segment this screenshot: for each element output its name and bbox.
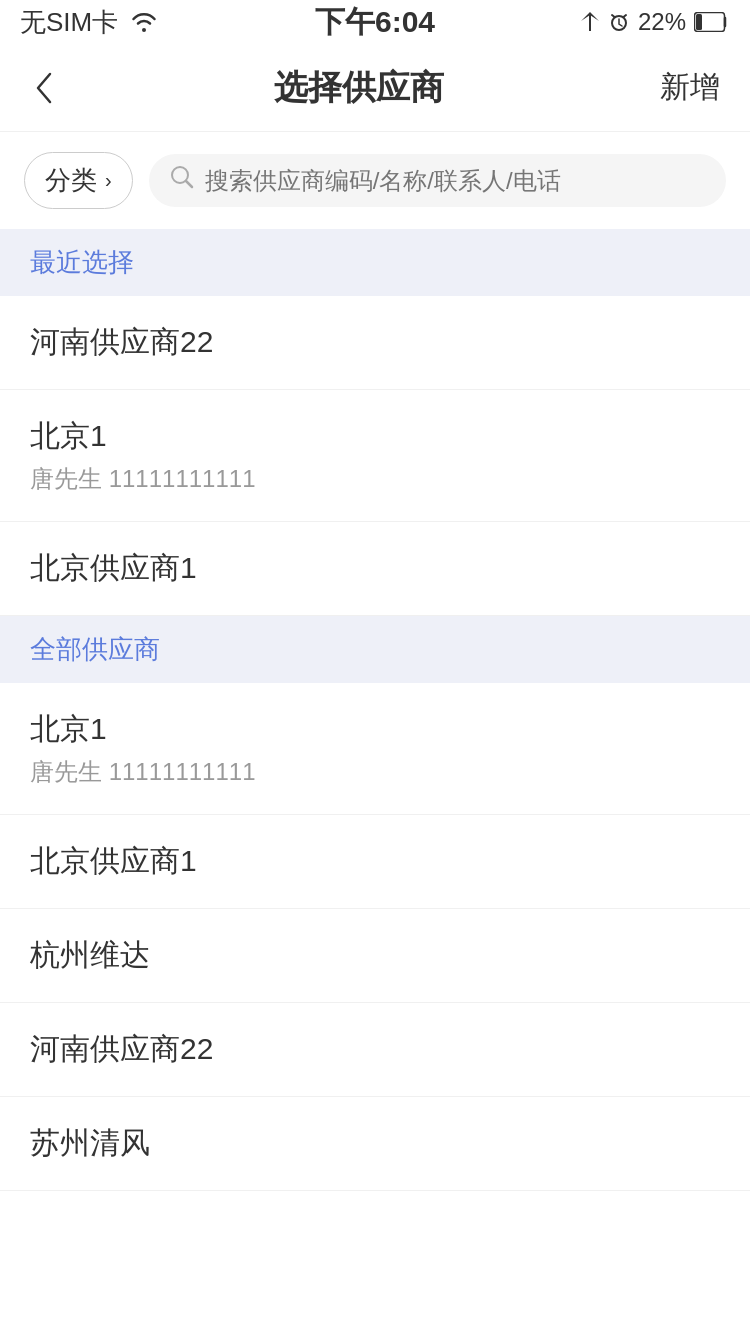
item-name: 河南供应商22: [30, 1029, 720, 1070]
list-item[interactable]: 苏州清风: [0, 1097, 750, 1191]
list-item[interactable]: 河南供应商22: [0, 1003, 750, 1097]
status-right: 22%: [580, 8, 730, 36]
all-list: 北京1 唐先生 11111111111 北京供应商1 杭州维达河南供应商22 苏州清风: [0, 683, 750, 1191]
item-name: 北京1: [30, 709, 720, 750]
list-item[interactable]: 河南供应商22: [0, 296, 750, 390]
item-name: 北京供应商1: [30, 548, 720, 589]
all-section-header: 全部供应商: [0, 616, 750, 683]
list-item[interactable]: 北京1 唐先生 11111111111: [0, 390, 750, 522]
battery-percent: 22%: [638, 8, 686, 36]
category-label: 分类: [45, 163, 97, 198]
item-name: 北京供应商1: [30, 841, 720, 882]
battery-icon: [694, 12, 730, 32]
search-input[interactable]: [205, 167, 706, 195]
wifi-icon: [128, 10, 160, 34]
category-button[interactable]: 分类 ›: [24, 152, 133, 209]
status-bar: 无SIM卡 下午6:04 22%: [0, 0, 750, 44]
recent-list: 河南供应商22 北京1 唐先生 11111111111 北京供应商1: [0, 296, 750, 616]
status-left: 无SIM卡: [20, 5, 160, 40]
nav-bar: 选择供应商 新增: [0, 44, 750, 132]
carrier-text: 无SIM卡: [20, 5, 118, 40]
list-item[interactable]: 北京1 唐先生 11111111111: [0, 683, 750, 815]
location-icon: [580, 11, 600, 33]
alarm-icon: [608, 11, 630, 33]
list-item[interactable]: 北京供应商1: [0, 522, 750, 616]
recent-section-header: 最近选择: [0, 229, 750, 296]
item-name: 杭州维达: [30, 935, 720, 976]
chevron-right-icon: ›: [105, 169, 112, 192]
add-button[interactable]: 新增: [660, 67, 720, 108]
list-item[interactable]: 北京供应商1: [0, 815, 750, 909]
search-box: [149, 154, 726, 207]
item-sub: 唐先生 11111111111: [30, 756, 720, 788]
status-time: 下午6:04: [315, 2, 435, 43]
item-sub: 唐先生 11111111111: [30, 463, 720, 495]
item-name: 北京1: [30, 416, 720, 457]
back-button[interactable]: [30, 66, 58, 110]
list-item[interactable]: 杭州维达: [0, 909, 750, 1003]
filter-bar: 分类 ›: [0, 132, 750, 229]
svg-rect-2: [696, 14, 702, 30]
page-title: 选择供应商: [274, 65, 444, 111]
item-name: 苏州清风: [30, 1123, 720, 1164]
item-name: 河南供应商22: [30, 322, 720, 363]
search-icon: [169, 164, 195, 197]
